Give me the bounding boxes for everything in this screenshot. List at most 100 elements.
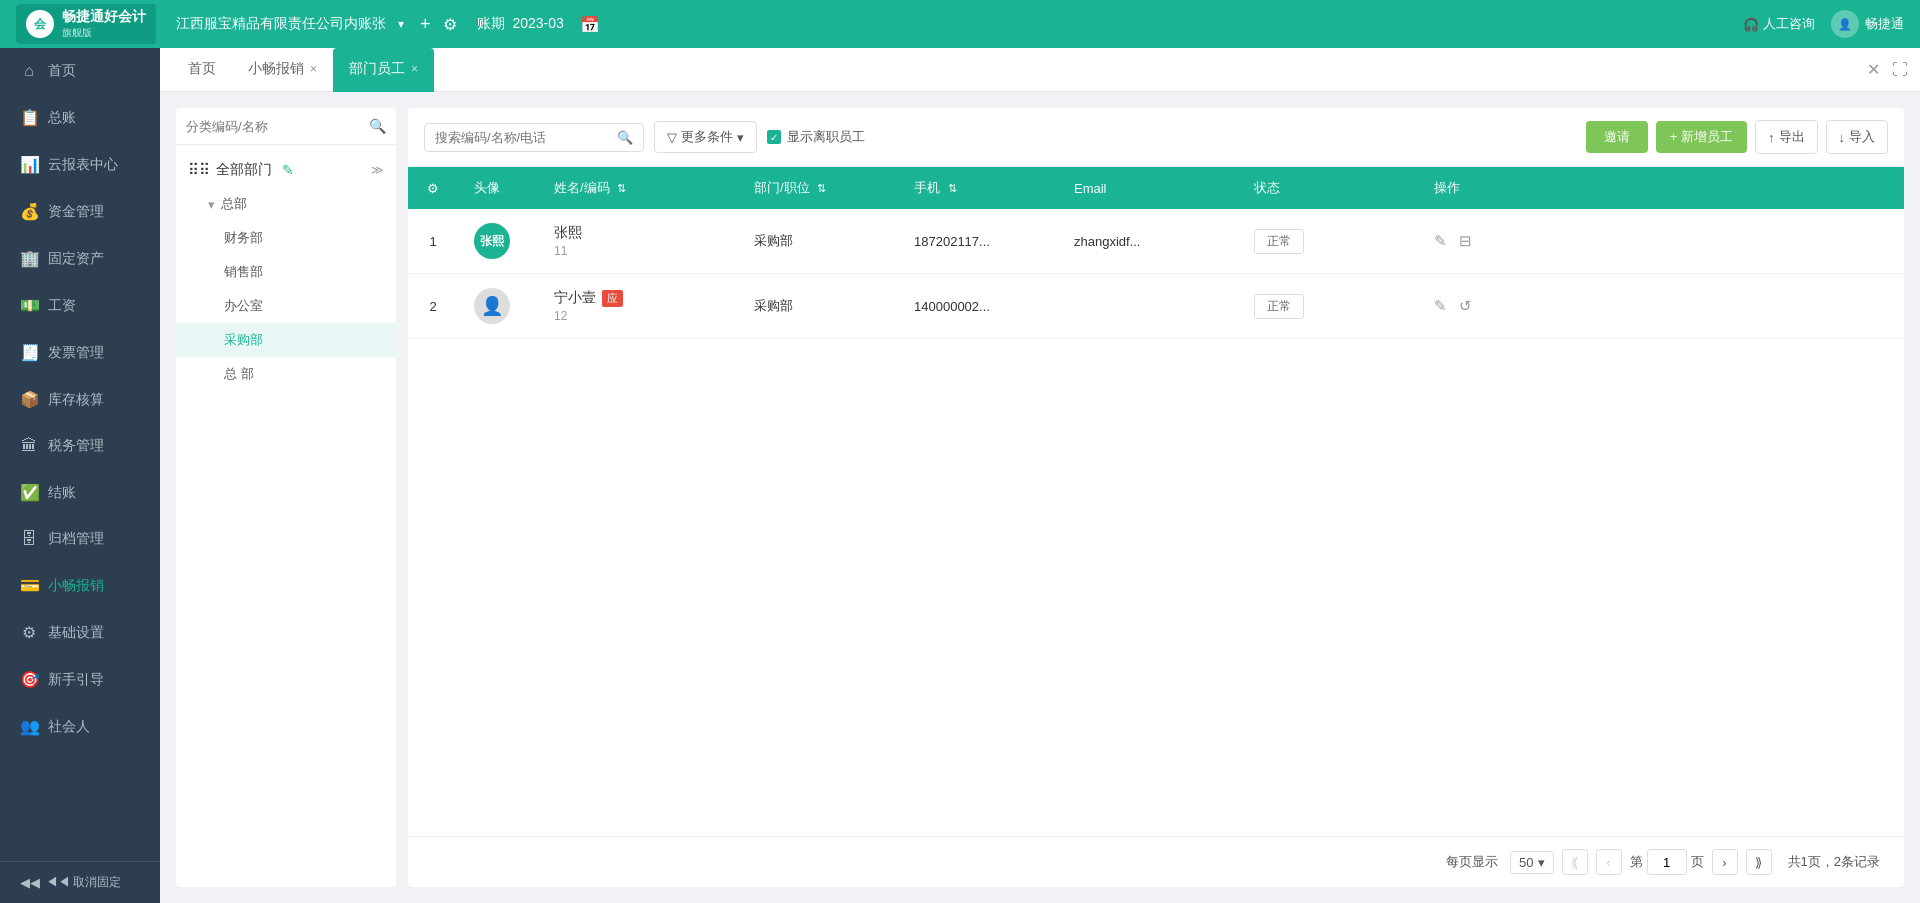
settings-icon[interactable]: ⚙ — [443, 15, 457, 34]
row2-edit-icon[interactable]: ✎ — [1434, 297, 1447, 315]
page-number-input[interactable] — [1647, 849, 1687, 875]
next-page-button[interactable]: › — [1712, 849, 1738, 875]
calendar-icon[interactable]: 📅 — [580, 15, 600, 34]
row1-phone: 187202117... — [898, 209, 1058, 274]
import-button[interactable]: ↓ 导入 — [1826, 120, 1889, 154]
row2-refresh-icon[interactable]: ↺ — [1459, 297, 1472, 315]
sidebar-item-invoice[interactable]: 🧾 发票管理 — [0, 329, 160, 376]
prev-page-button[interactable]: ‹ — [1596, 849, 1622, 875]
settings-icon: ⚙ — [20, 623, 38, 642]
col-settings[interactable]: ⚙ — [408, 167, 458, 209]
inventory-icon: 📦 — [20, 390, 38, 409]
row2-avatar: 👤 — [458, 274, 538, 339]
app-logo[interactable]: 会 畅捷通好会计 旗舰版 — [16, 4, 156, 44]
employee-search-icon[interactable]: 🔍 — [617, 130, 633, 145]
dept-sort-icon[interactable]: ⇅ — [817, 182, 826, 194]
sidebar-item-more[interactable]: 👥 社会人 — [0, 703, 160, 750]
sidebar-item-tax[interactable]: 🏛 税务管理 — [0, 423, 160, 469]
app-name: 畅捷通好会计 — [62, 8, 146, 26]
avatar: 👤 — [474, 288, 510, 324]
dept-item-general[interactable]: 总 部 — [176, 357, 396, 391]
dept-root[interactable]: ⠿⠿ 全部部门 ✎ ≫ — [176, 153, 396, 187]
sidebar-item-expense[interactable]: 💳 小畅报销 — [0, 562, 160, 609]
table-row: 1 张熙 张熙 — [408, 209, 1904, 274]
phone-sort-icon[interactable]: ⇅ — [948, 182, 957, 194]
expand-tab-icon[interactable]: ⛶ — [1892, 61, 1908, 79]
col-avatar: 头像 — [458, 167, 538, 209]
row1-logout-icon[interactable]: ⊟ — [1459, 232, 1472, 250]
col-email: Email — [1058, 167, 1238, 209]
close-employee-tab[interactable]: × — [411, 62, 418, 76]
row2-dept: 采购部 — [738, 274, 898, 339]
employee-search-input[interactable] — [435, 130, 611, 145]
row1-num: 1 — [408, 209, 458, 274]
sidebar-item-ledger[interactable]: 📋 总账 — [0, 94, 160, 141]
sidebar-item-salary[interactable]: 💵 工资 — [0, 282, 160, 329]
dept-edit-icon[interactable]: ✎ — [282, 162, 294, 178]
pending-badge: 应 — [602, 290, 623, 307]
tab-expense[interactable]: 小畅报销 × — [232, 48, 333, 92]
company-name: 江西服宝精品有限责任公司内账张 — [176, 15, 386, 33]
show-resigned-toggle[interactable]: ✓ 显示离职员工 — [767, 128, 865, 146]
page-size-dropdown-icon: ▾ — [1538, 855, 1545, 870]
avatar: 👤 — [1831, 10, 1859, 38]
sidebar-item-settings[interactable]: ⚙ 基础设置 — [0, 609, 160, 656]
dept-collapse-icon[interactable]: ≫ — [371, 163, 384, 177]
export-icon: ↑ — [1768, 130, 1775, 145]
export-button[interactable]: ↑ 导出 — [1755, 120, 1818, 154]
sidebar-item-reports[interactable]: 📊 云报表中心 — [0, 141, 160, 188]
sidebar-item-settle[interactable]: ✅ 结账 — [0, 469, 160, 516]
dept-search: 🔍 — [176, 108, 396, 145]
dept-item-headquarters[interactable]: ▾ 总部 — [176, 187, 396, 221]
sidebar-item-home[interactable]: ⌂ 首页 — [0, 48, 160, 94]
app-edition: 旗舰版 — [62, 26, 146, 40]
dept-item-finance[interactable]: 财务部 — [176, 221, 396, 255]
page-input: 第 页 — [1630, 849, 1704, 875]
sidebar-item-funds[interactable]: 💰 资金管理 — [0, 188, 160, 235]
row1-actions: ✎ ⊟ — [1418, 209, 1904, 274]
first-page-button[interactable]: ⟪ — [1562, 849, 1588, 875]
close-expense-tab[interactable]: × — [310, 62, 317, 76]
user-menu[interactable]: 👤 畅捷通 — [1831, 10, 1904, 38]
sidebar-item-archive[interactable]: 🗄 归档管理 — [0, 516, 160, 562]
sidebar-item-inventory[interactable]: 📦 库存核算 — [0, 376, 160, 423]
row2-status: 正常 — [1238, 274, 1418, 339]
total-records: 共1页，2条记录 — [1788, 853, 1880, 871]
resigned-checkbox[interactable]: ✓ — [767, 130, 781, 144]
col-phone[interactable]: 手机 ⇅ — [898, 167, 1058, 209]
dept-item-purchase[interactable]: 采购部 — [176, 323, 396, 357]
page-content: 🔍 ⠿⠿ 全部部门 ✎ ≫ ▾ 总部 — [160, 92, 1920, 903]
col-name[interactable]: 姓名/编码 ⇅ — [538, 167, 738, 209]
dept-search-input[interactable] — [186, 119, 363, 134]
tab-employee[interactable]: 部门员工 × — [333, 48, 434, 92]
page-size-select[interactable]: 50 ▾ — [1510, 851, 1553, 874]
last-page-button[interactable]: ⟫ — [1746, 849, 1772, 875]
invite-button[interactable]: 邀请 — [1586, 121, 1648, 153]
sidebar-item-guide[interactable]: 🎯 新手引导 — [0, 656, 160, 703]
logo-icon: 会 — [26, 10, 54, 38]
dept-item-office[interactable]: 办公室 — [176, 289, 396, 323]
row2-phone: 140000002... — [898, 274, 1058, 339]
close-tab-icon[interactable]: ✕ — [1867, 60, 1880, 79]
dept-search-icon[interactable]: 🔍 — [369, 118, 386, 134]
add-company-button[interactable]: + — [420, 14, 431, 35]
dept-item-sales[interactable]: 销售部 — [176, 255, 396, 289]
service-button[interactable]: 🎧 人工咨询 — [1743, 15, 1815, 33]
dept-panel: 🔍 ⠿⠿ 全部部门 ✎ ≫ ▾ 总部 — [176, 108, 396, 887]
employee-table: ⚙ 头像 姓名/编码 ⇅ 部门/职位 ⇅ — [408, 167, 1904, 836]
unpin-icon: ◀◀ — [20, 875, 40, 890]
name-sort-icon[interactable]: ⇅ — [617, 182, 626, 194]
col-dept[interactable]: 部门/职位 ⇅ — [738, 167, 898, 209]
filter-button[interactable]: ▽ 更多条件 ▾ — [654, 121, 757, 153]
company-dropdown-icon[interactable]: ▾ — [398, 17, 404, 31]
unpin-button[interactable]: ◀◀ ◀◀ 取消固定 — [0, 861, 160, 903]
content-area: 首页 小畅报销 × 部门员工 × ✕ ⛶ 🔍 — [160, 48, 1920, 903]
status-badge: 正常 — [1254, 294, 1304, 319]
guide-icon: 🎯 — [20, 670, 38, 689]
reports-icon: 📊 — [20, 155, 38, 174]
sidebar-item-assets[interactable]: 🏢 固定资产 — [0, 235, 160, 282]
filter-dropdown-icon: ▾ — [737, 130, 744, 145]
tab-home[interactable]: 首页 — [172, 48, 232, 92]
row1-edit-icon[interactable]: ✎ — [1434, 232, 1447, 250]
add-employee-button[interactable]: + 新增员工 — [1656, 121, 1747, 153]
